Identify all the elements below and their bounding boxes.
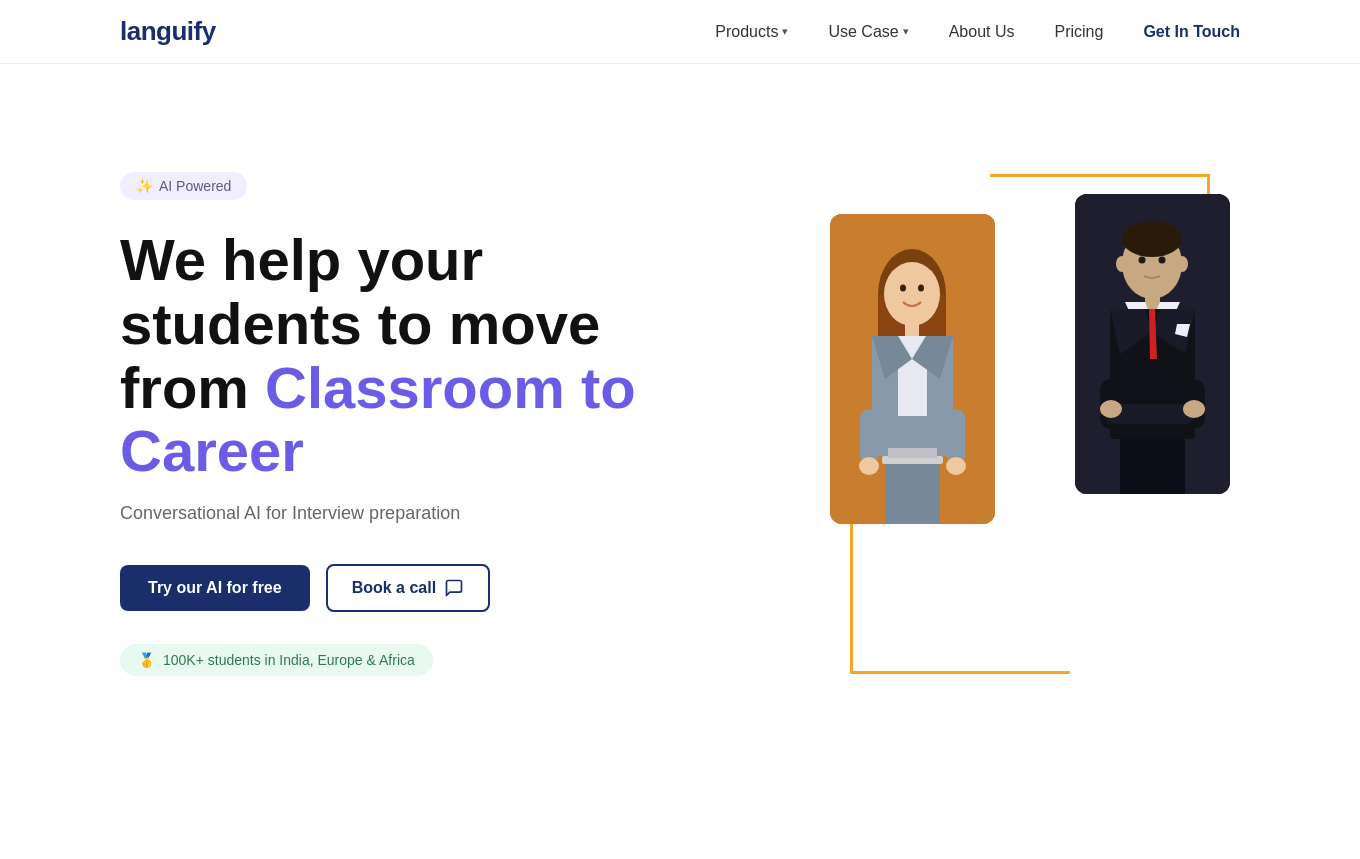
woman-photo-bg [830,214,995,524]
svg-point-21 [1116,256,1128,272]
ai-badge-icon: ✨ [136,178,153,194]
person-card-man [1075,194,1230,494]
hero-section: ✨ AI Powered We help your students to mo… [0,64,1360,764]
try-ai-button[interactable]: Try our AI for free [120,565,310,611]
nav-about-us-link[interactable]: About Us [949,23,1015,41]
ai-badge-label: AI Powered [159,178,231,194]
nav-get-in-touch-label: Get In Touch [1143,23,1240,41]
svg-point-20 [1122,221,1182,257]
svg-point-24 [1159,257,1166,264]
students-count-label: 100K+ students in India, Europe & Africa [163,652,415,668]
svg-rect-12 [947,409,965,464]
nav-pricing-link[interactable]: Pricing [1055,23,1104,41]
svg-point-15 [859,457,879,475]
svg-point-37 [1183,400,1205,418]
nav-links: Products ▾ Use Case ▾ About Us Pricing G… [715,23,1240,41]
svg-point-5 [918,285,924,292]
chat-icon [444,578,464,598]
products-chevron-icon: ▾ [782,25,788,38]
logo[interactable]: languify [120,16,216,47]
ai-badge: ✨ AI Powered [120,172,247,200]
svg-point-22 [1176,256,1188,272]
book-call-button[interactable]: Book a call [326,564,490,612]
hero-image-section [820,174,1240,674]
logo-text: languify [120,16,216,46]
svg-point-4 [900,285,906,292]
svg-point-23 [1139,257,1146,264]
nav-item-get-in-touch[interactable]: Get In Touch [1143,23,1240,41]
svg-point-16 [946,457,966,475]
nav-item-use-case[interactable]: Use Case ▾ [828,23,908,41]
svg-rect-17 [885,464,940,524]
hero-subtitle: Conversational AI for Interview preparat… [120,503,720,524]
nav-use-case-link[interactable]: Use Case ▾ [828,23,908,41]
hero-title: We help your students to move from Class… [120,228,720,483]
man-illustration [1075,194,1230,494]
navbar: languify Products ▾ Use Case ▾ About Us … [0,0,1360,64]
nav-get-in-touch-link[interactable]: Get In Touch [1143,23,1240,41]
svg-rect-38 [1120,439,1185,494]
svg-rect-11 [860,409,878,464]
nav-item-pricing[interactable]: Pricing [1055,23,1104,41]
nav-about-us-label: About Us [949,23,1015,41]
nav-use-case-label: Use Case [828,23,898,41]
hero-content: ✨ AI Powered We help your students to mo… [120,172,720,676]
person-card-woman [830,214,995,524]
students-badge: 🥇 100K+ students in India, Europe & Afri… [120,644,433,676]
book-call-label: Book a call [352,579,436,597]
medal-icon: 🥇 [138,652,155,668]
use-case-chevron-icon: ▾ [903,25,909,38]
nav-item-products[interactable]: Products ▾ [715,23,788,41]
svg-point-36 [1100,400,1122,418]
man-photo-bg [1075,194,1230,494]
hero-buttons: Try our AI for free Book a call [120,564,720,612]
svg-rect-14 [888,448,937,458]
nav-products-link[interactable]: Products ▾ [715,23,788,41]
nav-item-about-us[interactable]: About Us [949,23,1015,41]
nav-products-label: Products [715,23,778,41]
nav-pricing-label: Pricing [1055,23,1104,41]
svg-point-3 [884,262,940,326]
woman-illustration [830,214,995,524]
try-ai-label: Try our AI for free [148,579,282,596]
